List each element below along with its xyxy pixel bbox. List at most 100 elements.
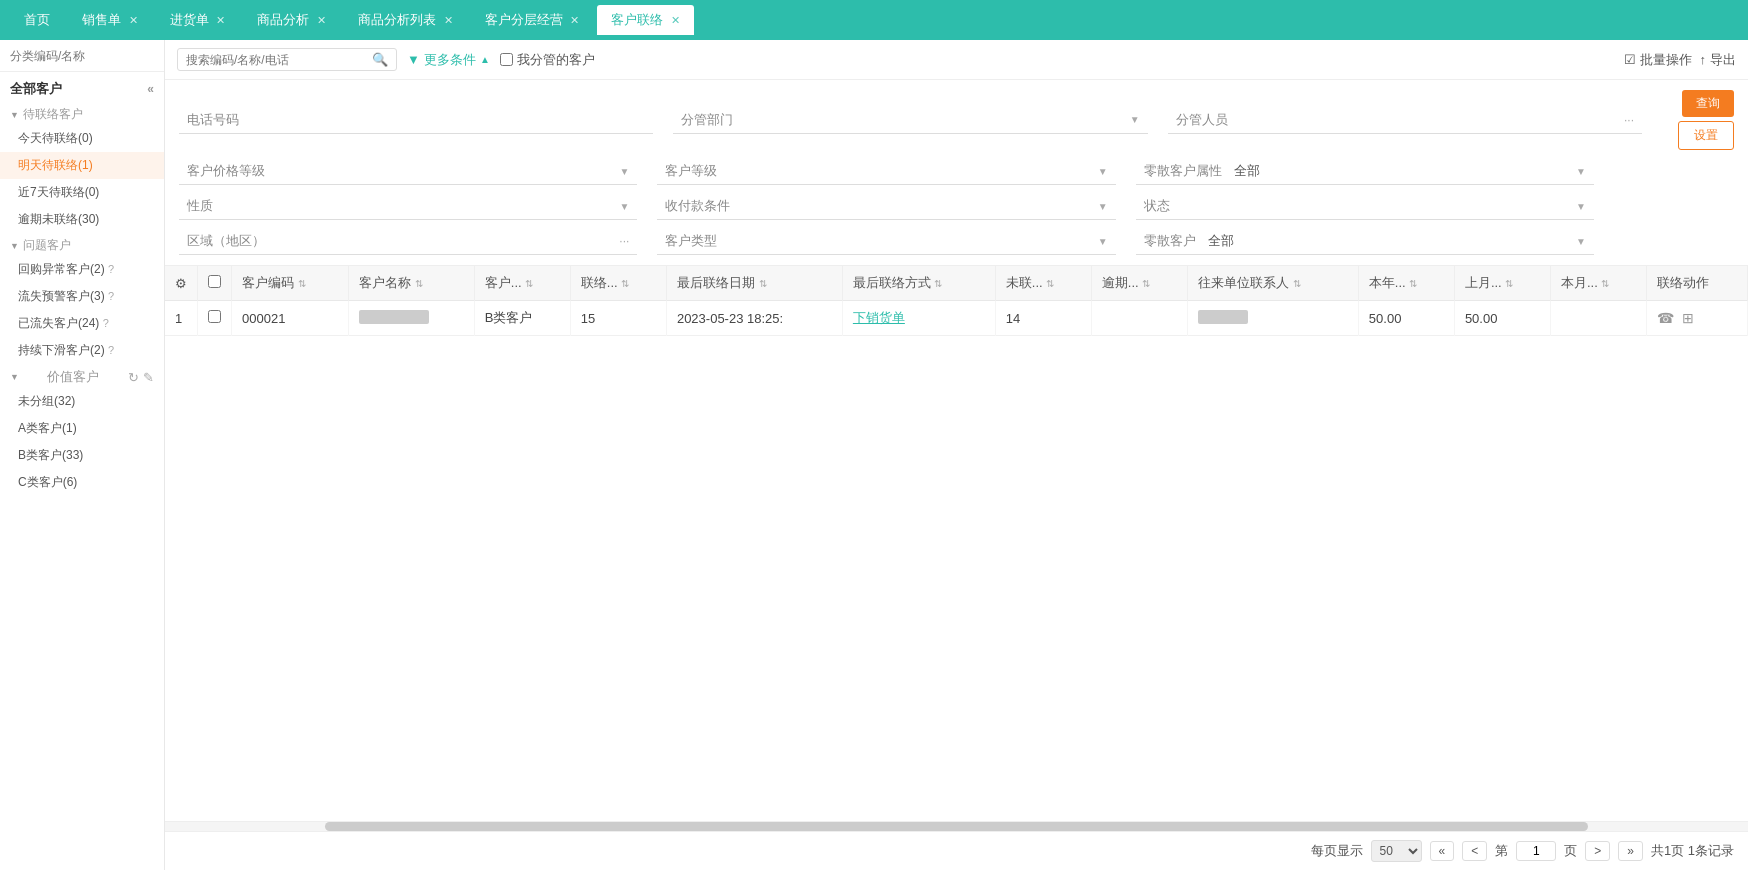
last-method-link[interactable]: 下销货单 — [853, 310, 905, 325]
nav-product-analysis-list[interactable]: 商品分析列表 ✕ — [344, 5, 467, 35]
nav-customer-contact[interactable]: 客户联络 ✕ — [597, 5, 694, 35]
field-retail-attr[interactable]: 零散客户属性 全部 ▼ — [1136, 158, 1594, 185]
sidebar-item-tomorrow[interactable]: 明天待联络(1) — [0, 152, 164, 179]
col-contacts[interactable]: 往来单位联系人 ⇅ — [1187, 266, 1358, 301]
sidebar-item-b-class[interactable]: B类客户(33) — [0, 442, 164, 469]
col-customer-name[interactable]: 客户名称 ⇅ — [349, 266, 475, 301]
col-customer-type[interactable]: 客户... ⇅ — [474, 266, 570, 301]
nav-close-sales[interactable]: ✕ — [129, 14, 138, 26]
filter-search-input[interactable] — [186, 53, 366, 67]
sidebar-item-ungroup[interactable]: 未分组(32) — [0, 388, 164, 415]
field-payment-terms[interactable]: 收付款条件 ▼ — [657, 193, 1115, 220]
select-all-checkbox[interactable] — [208, 275, 221, 288]
col-contact-count[interactable]: 联络... ⇅ — [570, 266, 666, 301]
nav-close-product-analysis[interactable]: ✕ — [317, 14, 326, 26]
col-last-contact-method[interactable]: 最后联络方式 ⇅ — [842, 266, 995, 301]
my-customers-checkbox[interactable] — [500, 53, 513, 66]
row-last-method[interactable]: 下销货单 — [842, 301, 995, 336]
row-last-month: 50.00 — [1454, 301, 1550, 336]
chevron-down-icon: ▼ — [1576, 236, 1586, 247]
sidebar-item-today[interactable]: 今天待联络(0) — [0, 125, 164, 152]
filter-my-customers[interactable]: 我分管的客户 — [500, 51, 595, 69]
nav-close-customer-contact[interactable]: ✕ — [671, 14, 680, 26]
col-this-month[interactable]: 本月... ⇅ — [1550, 266, 1646, 301]
checkbox-icon: ☑ — [1624, 52, 1636, 67]
action-icons-container: ☎ ⊞ — [1657, 310, 1737, 326]
field-gender[interactable]: 性质 ▼ — [179, 193, 637, 220]
batch-operation-btn[interactable]: ☑ 批量操作 — [1624, 51, 1692, 69]
field-branch-dept[interactable]: 分管部门 ▼ — [673, 107, 1147, 134]
masked-contacts — [1198, 310, 1248, 324]
field-retail-customer[interactable]: 零散客户 全部 ▼ — [1136, 228, 1594, 255]
page-number-input[interactable] — [1516, 841, 1556, 861]
field-branch-person[interactable]: 分管人员 ··· — [1168, 107, 1642, 134]
nav-home[interactable]: 首页 — [10, 5, 64, 35]
export-btn[interactable]: ↑ 导出 — [1700, 51, 1737, 69]
row-type: B类客户 — [474, 301, 570, 336]
sidebar-item-repurchase-abnormal[interactable]: 回购异常客户(2) ? — [0, 256, 164, 283]
field-customer-grade[interactable]: 客户等级 ▼ — [657, 158, 1115, 185]
page-size-select[interactable]: 50 100 200 — [1371, 840, 1422, 862]
sidebar-all-customers[interactable]: 全部客户 « — [0, 72, 164, 102]
sidebar-item-churned[interactable]: 已流失客户(24) ? — [0, 310, 164, 337]
sidebar-item-7days[interactable]: 近7天待联络(0) — [0, 179, 164, 206]
col-this-year[interactable]: 本年... ⇅ — [1358, 266, 1454, 301]
first-page-btn[interactable]: « — [1430, 841, 1455, 861]
sidebar-group-problem: 问题客户 — [0, 233, 164, 256]
query-btn[interactable]: 查询 — [1682, 90, 1734, 117]
col-overdue[interactable]: 逾期... ⇅ — [1091, 266, 1187, 301]
nav-close-customer-segment[interactable]: ✕ — [570, 14, 579, 26]
dots-icon[interactable]: ··· — [619, 234, 629, 248]
field-price-level[interactable]: 客户价格等级 ▼ — [179, 158, 637, 185]
grid-action-icon[interactable]: ⊞ — [1682, 310, 1694, 326]
row-checkbox[interactable] — [198, 301, 232, 336]
sidebar-item-c-class[interactable]: C类客户(6) — [0, 469, 164, 496]
nav-product-analysis[interactable]: 商品分析 ✕ — [243, 5, 340, 35]
adv-filter-row-4: 区域（地区） ··· 客户类型 ▼ 零散客户 全部 ▼ — [179, 228, 1734, 255]
field-region[interactable]: 区域（地区） ··· — [179, 228, 637, 255]
phone-action-icon[interactable]: ☎ — [1657, 310, 1674, 326]
adv-filter-row-2: 客户价格等级 ▼ 客户等级 ▼ 零散客户属性 全部 ▼ — [179, 158, 1734, 185]
row-contact-count: 15 — [570, 301, 666, 336]
sort-icon: ⇅ — [621, 278, 629, 289]
col-customer-code[interactable]: 客户编码 ⇅ — [232, 266, 349, 301]
next-page-btn[interactable]: > — [1585, 841, 1610, 861]
col-settings[interactable]: ⚙ — [165, 266, 198, 301]
col-last-contact-date[interactable]: 最后联络日期 ⇅ — [666, 266, 842, 301]
sidebar-search-input[interactable] — [10, 49, 160, 63]
col-uncontacted[interactable]: 未联... ⇅ — [995, 266, 1091, 301]
nav-sales[interactable]: 销售单 ✕ — [68, 5, 152, 35]
horizontal-scrollbar[interactable] — [165, 821, 1748, 831]
masked-name — [359, 310, 429, 324]
filter-more-conditions-btn[interactable]: ▼ 更多条件 ▲ — [407, 51, 490, 69]
sort-icon: ⇅ — [759, 278, 767, 289]
row-name — [349, 301, 475, 336]
nav-close-purchase[interactable]: ✕ — [216, 14, 225, 26]
sidebar-item-declining[interactable]: 持续下滑客户(2) ? — [0, 337, 164, 364]
col-checkbox-header[interactable] — [198, 266, 232, 301]
nav-close-product-analysis-list[interactable]: ✕ — [444, 14, 453, 26]
last-page-btn[interactable]: » — [1618, 841, 1643, 861]
value-refresh-icon[interactable]: ↻ — [128, 370, 139, 385]
sort-icon: ⇅ — [934, 278, 942, 289]
adv-filter-row-3: 性质 ▼ 收付款条件 ▼ 状态 ▼ — [179, 193, 1734, 220]
value-edit-icon[interactable]: ✎ — [143, 370, 154, 385]
sidebar-collapse-btn[interactable]: « — [147, 82, 154, 96]
chevron-down-icon: ▼ — [619, 201, 629, 212]
sidebar-search-container: 🔍 — [0, 40, 164, 72]
row-contacts — [1187, 301, 1358, 336]
col-last-month[interactable]: 上月... ⇅ — [1454, 266, 1550, 301]
nav-customer-segment[interactable]: 客户分层经营 ✕ — [471, 5, 594, 35]
sidebar-item-a-class[interactable]: A类客户(1) — [0, 415, 164, 442]
prev-page-btn[interactable]: < — [1462, 841, 1487, 861]
filter-bar: 🔍 ▼ 更多条件 ▲ 我分管的客户 ☑ 批量操作 ↑ 导出 — [165, 40, 1748, 80]
field-customer-type[interactable]: 客户类型 ▼ — [657, 228, 1115, 255]
dots-icon[interactable]: ··· — [1624, 113, 1634, 127]
filter-search-icon[interactable]: 🔍 — [372, 52, 388, 67]
setting-btn[interactable]: 设置 — [1678, 121, 1734, 150]
nav-purchase[interactable]: 进货单 ✕ — [156, 5, 240, 35]
field-status[interactable]: 状态 ▼ — [1136, 193, 1594, 220]
row-select-checkbox[interactable] — [208, 310, 221, 323]
sidebar-item-churn-warning[interactable]: 流失预警客户(3) ? — [0, 283, 164, 310]
sidebar-item-overdue[interactable]: 逾期未联络(30) — [0, 206, 164, 233]
